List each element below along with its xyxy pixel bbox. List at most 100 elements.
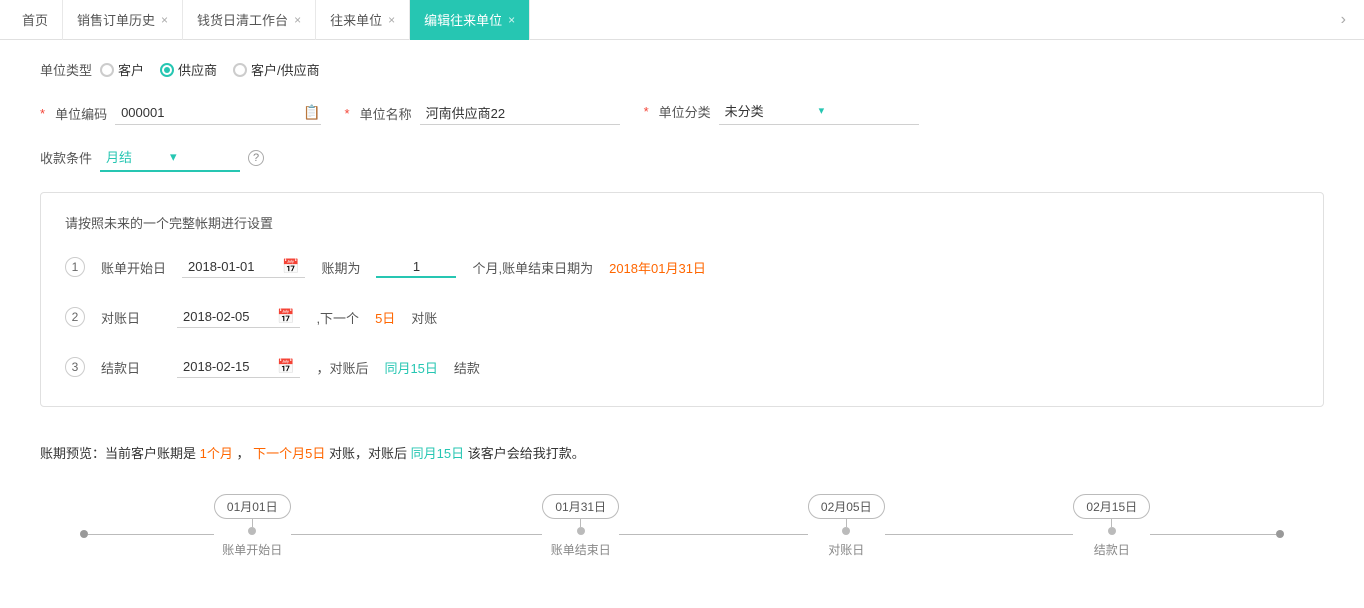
period-num-1: 1 xyxy=(65,257,85,277)
period-date-3-input[interactable] xyxy=(183,359,273,374)
unit-code-required: * xyxy=(40,106,45,121)
section-title: 请按照未来的一个完整帐期进行设置 xyxy=(65,213,1299,232)
period-desc-2-prefix: ,下一个 xyxy=(316,308,359,327)
radio-label-customer: 客户 xyxy=(118,60,144,79)
tab-more-button[interactable]: › xyxy=(1331,11,1356,29)
period-cal-2-icon[interactable]: 📅 xyxy=(277,308,294,325)
period-num-2: 2 xyxy=(65,307,85,327)
close-tab-sales-history[interactable]: × xyxy=(161,13,168,27)
tl-vert-1 xyxy=(252,519,253,527)
radio-label-supplier: 供应商 xyxy=(178,60,217,79)
tl-node-1: 01月01日 账单开始日 xyxy=(214,494,291,558)
period-date-2-wrapper: 📅 xyxy=(177,306,300,328)
unit-name-required: * xyxy=(345,106,350,121)
preview-part2: 下一个月5日 xyxy=(253,446,325,461)
unit-code-field: * 单位编码 📋 xyxy=(40,101,321,125)
period-date-1-input[interactable] xyxy=(188,259,278,274)
period-cal-3-icon[interactable]: 📅 xyxy=(277,358,294,375)
period-label-2: 对账日 xyxy=(101,308,161,327)
tl-label-4: 结款日 xyxy=(1094,541,1130,558)
period-cal-1-icon[interactable]: 📅 xyxy=(282,258,299,275)
tab-partner[interactable]: 往来单位 × xyxy=(316,0,410,40)
period-end-date-highlight: 2018年01月31日 xyxy=(609,258,706,277)
unit-category-value: 未分类 xyxy=(725,101,819,120)
radio-label-both: 客户/供应商 xyxy=(251,60,320,79)
tab-cash-work[interactable]: 钱货日清工作台 × xyxy=(183,0,316,40)
timeline-section: 01月01日 账单开始日 01月31日 账单结束日 02月05日 对账日 xyxy=(40,478,1324,566)
period-desc-3-prefix: ，对账后 xyxy=(316,358,368,377)
period-desc-3-suffix: 结款 xyxy=(454,358,480,377)
tab-bar: 首页 销售订单历史 × 钱货日清工作台 × 往来单位 × 编辑往来单位 × › xyxy=(0,0,1364,40)
unit-code-label: 单位编码 xyxy=(55,104,107,123)
period-label-3: 结款日 xyxy=(101,358,161,377)
unit-code-input-wrapper: 📋 xyxy=(115,101,320,125)
unit-name-input[interactable] xyxy=(420,101,620,125)
preview-part3: 同月15日 xyxy=(411,446,464,461)
preview-part1: 1个月 xyxy=(200,446,233,461)
unit-type-field: 单位类型 客户 供应商 客户/供应商 xyxy=(40,60,320,79)
unit-category-label: 单位分类 xyxy=(659,102,711,121)
unit-category-select[interactable]: 未分类 ▾ xyxy=(719,97,919,125)
period-desc-3-day-highlight: 同月15日 xyxy=(384,358,437,377)
timeline-start-dot xyxy=(80,530,88,538)
close-tab-partner[interactable]: × xyxy=(388,13,395,27)
tl-node-2: 01月31日 账单结束日 xyxy=(542,494,619,558)
tl-seg-4 xyxy=(885,534,1074,535)
period-num-3: 3 xyxy=(65,357,85,377)
preview-mid: 对账，对账后 xyxy=(329,446,407,461)
unit-category-required: * xyxy=(644,104,649,119)
tab-edit-partner[interactable]: 编辑往来单位 × xyxy=(410,0,530,40)
payment-cond-select[interactable]: 月结 ▾ xyxy=(100,143,240,172)
payment-help-icon[interactable]: ? xyxy=(248,150,264,166)
period-date-3-wrapper: 📅 xyxy=(177,356,300,378)
preview-comma: ， xyxy=(237,446,250,461)
tab-sales-history[interactable]: 销售订单历史 × xyxy=(63,0,183,40)
close-tab-edit-partner[interactable]: × xyxy=(508,13,515,27)
unit-type-label: 单位类型 xyxy=(40,60,92,79)
timeline-track: 01月01日 账单开始日 01月31日 账单结束日 02月05日 对账日 xyxy=(40,494,1324,558)
tl-node-3: 02月05日 对账日 xyxy=(808,494,885,558)
period-date-2-input[interactable] xyxy=(183,309,273,324)
tl-dot-2 xyxy=(577,527,585,535)
tl-vert-4 xyxy=(1111,519,1112,527)
timeline-end-dot xyxy=(1276,530,1284,538)
tl-seg-2 xyxy=(291,534,543,535)
radio-circle-supplier xyxy=(160,63,174,77)
radio-circle-customer xyxy=(100,63,114,77)
unit-name-label: 单位名称 xyxy=(360,104,412,123)
tl-label-1: 账单开始日 xyxy=(222,541,282,558)
period-desc-1-suffix: 个月,账单结束日期为 xyxy=(472,258,593,277)
radio-customer[interactable]: 客户 xyxy=(100,60,144,79)
tl-dot-1 xyxy=(248,527,256,535)
tl-vert-3 xyxy=(846,519,847,527)
unit-name-field: * 单位名称 xyxy=(345,101,620,125)
preview-suffix: 该客户会给我打款。 xyxy=(468,446,585,461)
unit-code-copy-icon[interactable]: 📋 xyxy=(303,104,320,121)
period-months-input[interactable] xyxy=(376,257,456,278)
tl-dot-3 xyxy=(842,527,850,535)
unit-code-input[interactable] xyxy=(115,101,303,124)
payment-cond-label: 收款条件 xyxy=(40,148,92,167)
tab-home[interactable]: 首页 xyxy=(8,0,63,40)
payment-cond-value: 月结 xyxy=(106,147,170,166)
radio-both[interactable]: 客户/供应商 xyxy=(233,60,320,79)
main-content: 单位类型 客户 供应商 客户/供应商 * 单位编码 xyxy=(0,40,1364,608)
period-label-1: 账单开始日 xyxy=(101,258,166,277)
payment-cond-chevron-icon: ▾ xyxy=(170,149,234,165)
tl-node-4: 02月15日 结款日 xyxy=(1073,494,1150,558)
radio-circle-both xyxy=(233,63,247,77)
close-tab-cash-work[interactable]: × xyxy=(294,13,301,27)
tl-seg-5 xyxy=(1150,534,1276,535)
tl-badge-3: 02月05日 xyxy=(808,494,885,519)
tl-seg-1 xyxy=(88,534,214,535)
tl-vert-2 xyxy=(580,519,581,527)
period-desc-1-prefix: 账期为 xyxy=(321,258,360,277)
tl-seg-3 xyxy=(619,534,808,535)
radio-supplier[interactable]: 供应商 xyxy=(160,60,217,79)
period-desc-2-day-highlight: 5日 xyxy=(375,308,395,327)
tl-badge-1: 01月01日 xyxy=(214,494,291,519)
period-date-1-wrapper: 📅 xyxy=(182,256,305,278)
period-row-1: 1 账单开始日 📅 账期为 个月,账单结束日期为 2018年01月31日 xyxy=(65,256,1299,278)
tl-label-2: 账单结束日 xyxy=(551,541,611,558)
period-section: 请按照未来的一个完整帐期进行设置 1 账单开始日 📅 账期为 个月,账单结束日期… xyxy=(40,192,1324,407)
